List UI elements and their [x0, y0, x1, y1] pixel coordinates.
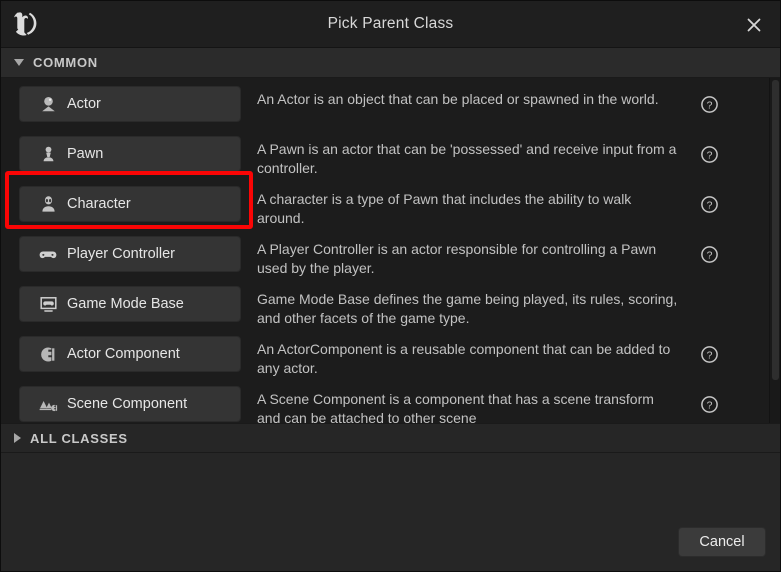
class-button-pawn[interactable]: Pawn	[19, 136, 241, 172]
close-icon[interactable]	[728, 1, 780, 48]
help-icon[interactable]: ?	[700, 245, 719, 264]
help-icon[interactable]: ?	[700, 145, 719, 164]
help-cell-character: ?	[681, 184, 737, 224]
class-row-player-controller[interactable]: Player Controller A Player Controller is…	[1, 234, 780, 284]
svg-text:?: ?	[706, 199, 712, 211]
class-label-scene-component: Scene Component	[67, 396, 188, 412]
class-description-player-controller: A Player Controller is an actor responsi…	[257, 241, 657, 276]
class-row-scene-component[interactable]: Scene Component A Scene Component is a c…	[1, 384, 780, 423]
help-cell-game-mode-base	[681, 284, 737, 324]
class-label-character: Character	[67, 196, 131, 212]
scrollbar-thumb[interactable]	[772, 80, 779, 380]
class-button-game-mode-base[interactable]: Game Mode Base	[19, 286, 241, 322]
svg-text:?: ?	[706, 249, 712, 261]
help-icon[interactable]: ?	[700, 195, 719, 214]
class-button-actor[interactable]: Actor	[19, 86, 241, 122]
class-description-character: A character is a type of Pawn that inclu…	[257, 191, 632, 226]
class-description-pawn: A Pawn is an actor that can be 'possesse…	[257, 141, 677, 176]
class-label-actor: Actor	[67, 96, 101, 112]
help-icon[interactable]: ?	[700, 95, 719, 114]
class-description-actor: An Actor is an object that can be placed…	[257, 91, 659, 107]
class-list-scrollbar[interactable]	[769, 78, 780, 423]
class-row-game-mode-base[interactable]: Game Mode Base Game Mode Base defines th…	[1, 284, 780, 334]
window-title: Pick Parent Class	[327, 15, 454, 32]
class-label-actor-component: Actor Component	[67, 346, 180, 362]
character-icon	[38, 194, 58, 214]
game-mode-base-icon	[38, 294, 58, 314]
help-cell-player-controller: ?	[681, 234, 737, 274]
class-row-character[interactable]: Character A character is a type of Pawn …	[1, 184, 780, 234]
class-row-actor-component[interactable]: Actor Component An ActorComponent is a r…	[1, 334, 780, 384]
class-list: Actor An Actor is an object that can be …	[1, 78, 780, 423]
actor-component-icon	[38, 344, 58, 364]
help-cell-scene-component: ?	[681, 384, 737, 423]
svg-text:?: ?	[706, 349, 712, 361]
player-controller-icon	[38, 244, 58, 264]
class-list-inner: Actor An Actor is an object that can be …	[1, 78, 780, 423]
unreal-engine-logo-icon	[1, 1, 47, 48]
help-cell-actor: ?	[681, 84, 737, 124]
section-header-all-classes[interactable]: ALL CLASSES	[1, 423, 780, 453]
class-description-scene-component: A Scene Component is a component that ha…	[257, 391, 654, 423]
help-cell-pawn: ?	[681, 134, 737, 174]
help-icon[interactable]: ?	[700, 345, 719, 364]
title-bar: Pick Parent Class	[1, 1, 780, 48]
class-label-pawn: Pawn	[67, 146, 104, 162]
class-button-player-controller[interactable]: Player Controller	[19, 236, 241, 272]
pawn-icon	[38, 144, 58, 164]
help-icon[interactable]: ?	[700, 395, 719, 414]
class-label-player-controller: Player Controller	[67, 246, 175, 262]
chevron-down-icon	[14, 59, 24, 66]
class-label-game-mode-base: Game Mode Base	[67, 296, 184, 312]
pick-parent-class-dialog: Pick Parent Class COMMON Actor An Actor …	[0, 0, 781, 572]
class-description-actor-component: An ActorComponent is a reusable componen…	[257, 341, 671, 376]
class-button-actor-component[interactable]: Actor Component	[19, 336, 241, 372]
class-row-actor[interactable]: Actor An Actor is an object that can be …	[1, 84, 780, 134]
class-description-game-mode-base: Game Mode Base defines the game being pl…	[257, 291, 678, 326]
class-button-character[interactable]: Character	[19, 186, 241, 222]
section-label-all-classes: ALL CLASSES	[30, 430, 128, 446]
class-row-pawn[interactable]: Pawn A Pawn is an actor that can be 'pos…	[1, 134, 780, 184]
bottom-pane: Cancel	[1, 453, 780, 571]
scene-component-icon	[38, 394, 58, 414]
help-cell-actor-component: ?	[681, 334, 737, 374]
chevron-right-icon	[14, 433, 21, 443]
class-button-scene-component[interactable]: Scene Component	[19, 386, 241, 422]
section-header-common[interactable]: COMMON	[1, 48, 780, 78]
svg-text:?: ?	[706, 399, 712, 411]
svg-text:?: ?	[706, 149, 712, 161]
cancel-button[interactable]: Cancel	[678, 527, 766, 557]
dialog-footer: Cancel	[678, 527, 766, 557]
svg-text:?: ?	[706, 99, 712, 111]
section-label-common: COMMON	[33, 55, 98, 70]
actor-icon	[38, 94, 58, 114]
